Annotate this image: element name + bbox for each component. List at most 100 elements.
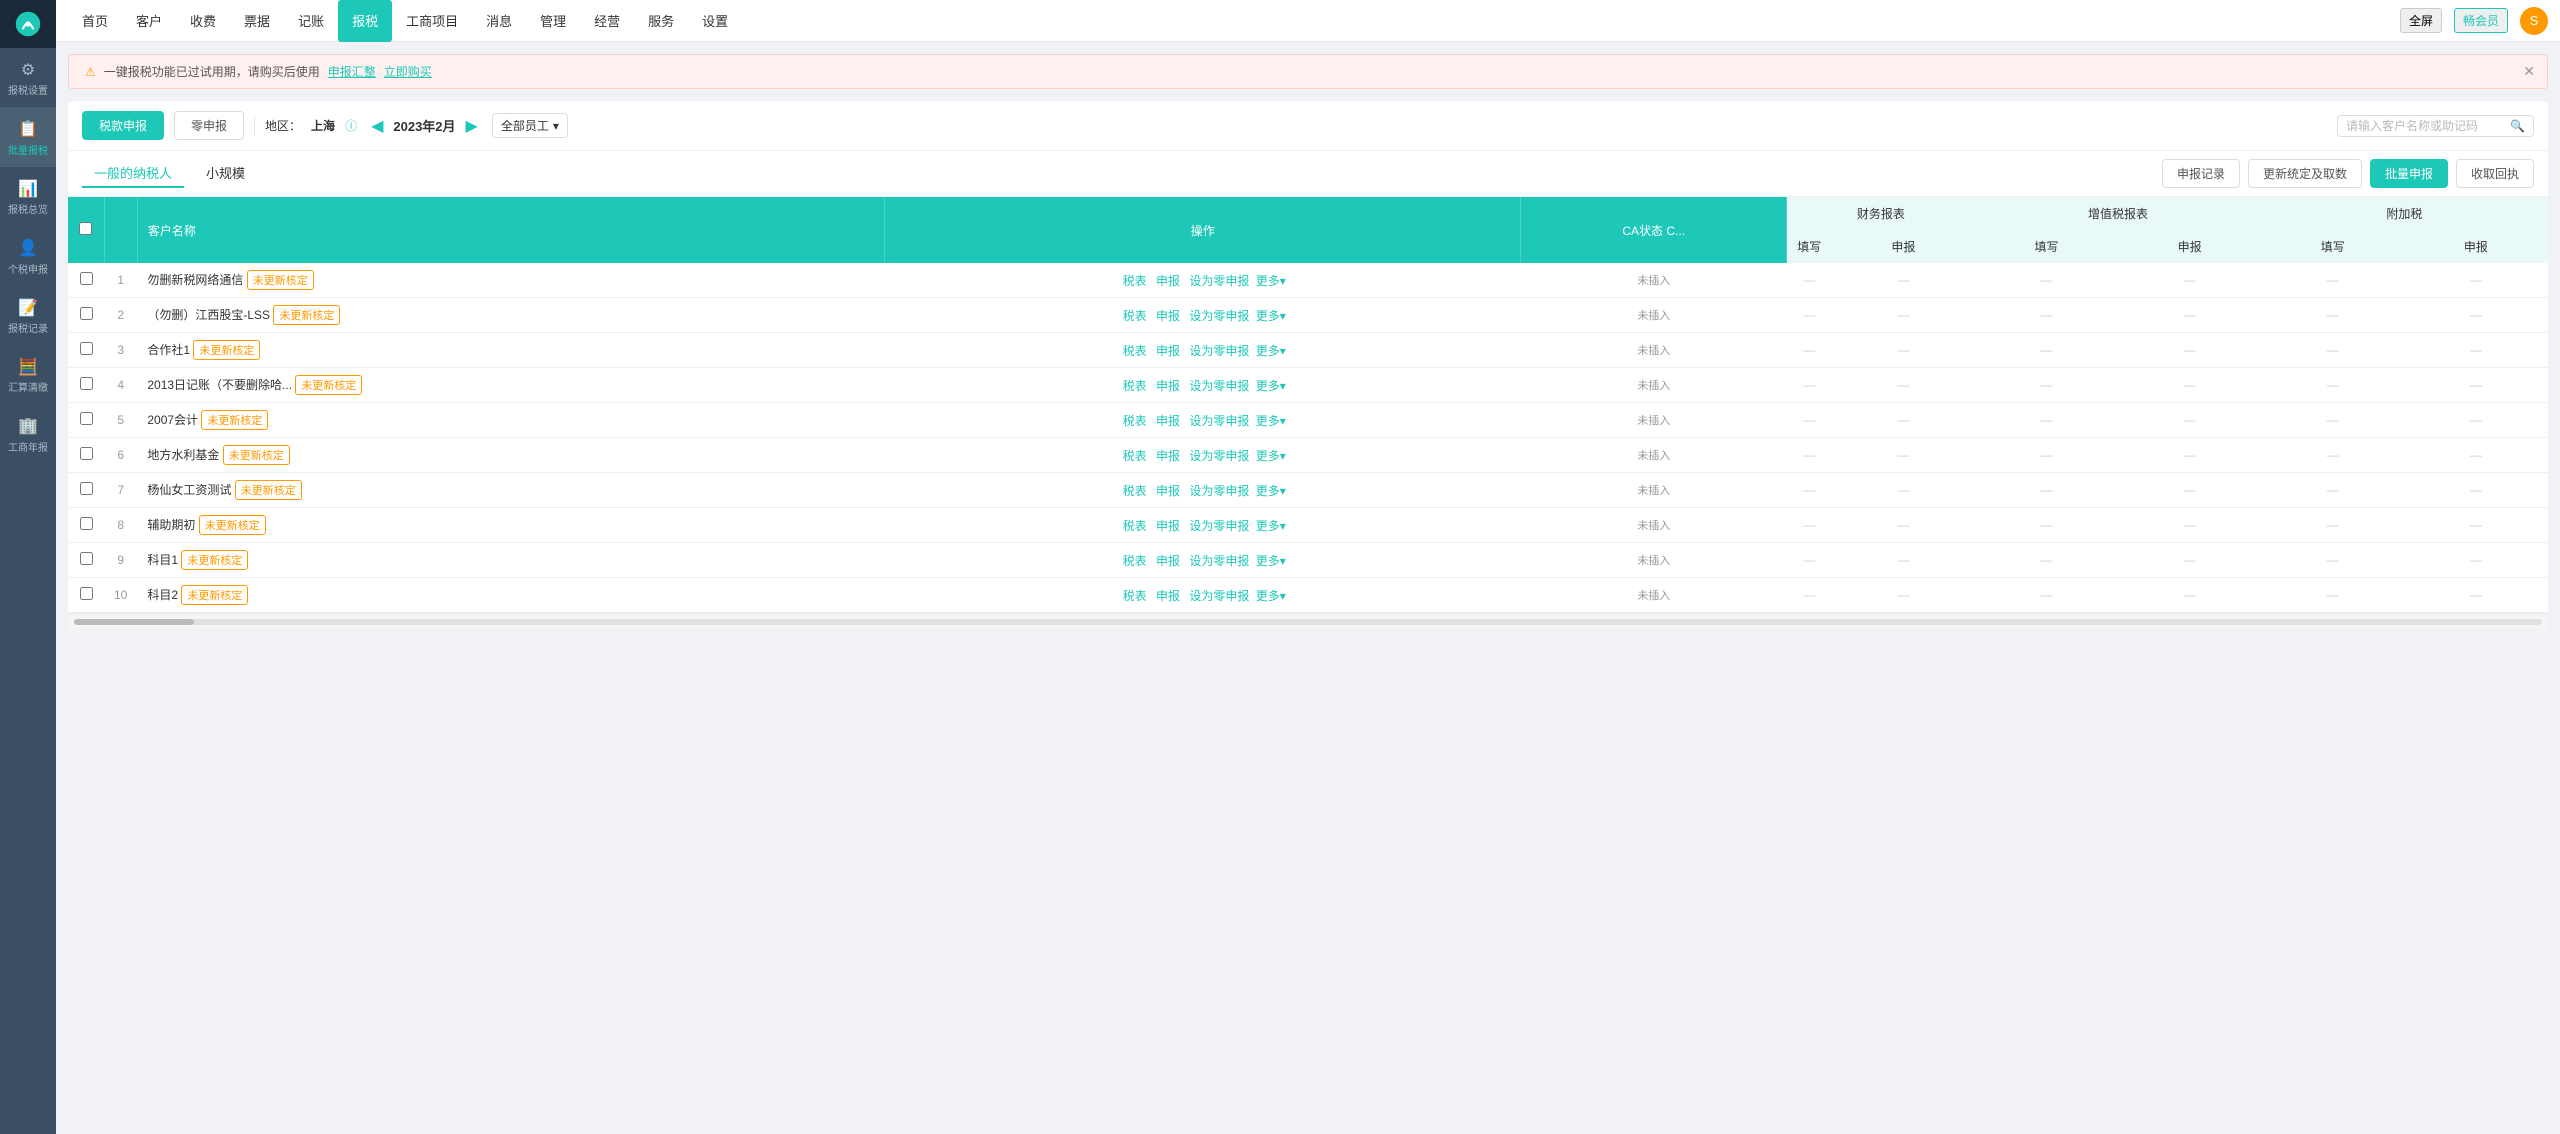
sidebar-item-batch-tax[interactable]: 📋 批量报税 — [0, 107, 56, 166]
op-set-zero[interactable]: 设为零申报 — [1189, 379, 1249, 393]
row-checkbox[interactable] — [80, 342, 93, 355]
op-tax-form[interactable]: 税表 — [1123, 344, 1147, 358]
nav-business[interactable]: 工商项目 — [392, 0, 472, 42]
row-checkbox[interactable] — [80, 517, 93, 530]
op-tax-form[interactable]: 税表 — [1123, 519, 1147, 533]
nav-manage[interactable]: 管理 — [526, 0, 580, 42]
op-set-zero[interactable]: 设为零申报 — [1189, 309, 1249, 323]
row-fill-2: — — [1975, 298, 2118, 333]
op-more[interactable]: 更多▾ — [1256, 589, 1286, 603]
batch-declare-button[interactable]: 批量申报 — [2370, 159, 2448, 188]
op-set-zero[interactable]: 设为零申报 — [1189, 274, 1249, 288]
nav-home[interactable]: 首页 — [68, 0, 122, 42]
op-submit[interactable]: 申报 — [1156, 379, 1180, 393]
date-prev-button[interactable]: ◀ — [367, 116, 387, 136]
row-operations: 税表 申报 设为零申报 更多▾ — [885, 508, 1521, 543]
op-more[interactable]: 更多▾ — [1256, 309, 1286, 323]
info-icon[interactable]: ⓘ — [345, 117, 357, 134]
type-tab-small[interactable]: 小规模 — [194, 159, 257, 188]
op-submit[interactable]: 申报 — [1156, 449, 1180, 463]
op-submit[interactable]: 申报 — [1156, 344, 1180, 358]
scroll-bar[interactable] — [68, 613, 2548, 629]
scroll-track[interactable] — [74, 619, 2542, 625]
op-tax-form[interactable]: 税表 — [1123, 484, 1147, 498]
op-set-zero[interactable]: 设为零申报 — [1189, 554, 1249, 568]
op-tax-form[interactable]: 税表 — [1123, 414, 1147, 428]
op-set-zero[interactable]: 设为零申报 — [1189, 484, 1249, 498]
row-checkbox[interactable] — [80, 447, 93, 460]
op-tax-form[interactable]: 税表 — [1123, 449, 1147, 463]
sidebar-item-settings[interactable]: ⚙ 报税设置 — [0, 48, 56, 107]
nav-client[interactable]: 客户 — [122, 0, 176, 42]
nav-accounting[interactable]: 记账 — [284, 0, 338, 42]
nav-service[interactable]: 服务 — [634, 0, 688, 42]
op-more[interactable]: 更多▾ — [1256, 414, 1286, 428]
nav-message[interactable]: 消息 — [472, 0, 526, 42]
banner-link-buy[interactable]: 立即购买 — [384, 63, 432, 80]
op-tax-form[interactable]: 税表 — [1123, 589, 1147, 603]
row-checkbox[interactable] — [80, 272, 93, 285]
nav-tax[interactable]: 报税 — [338, 0, 392, 42]
row-checkbox[interactable] — [80, 377, 93, 390]
scroll-thumb[interactable] — [74, 619, 194, 625]
sidebar-item-business-annual[interactable]: 🏢 工商年报 — [0, 404, 56, 463]
op-set-zero[interactable]: 设为零申报 — [1189, 414, 1249, 428]
row-checkbox[interactable] — [80, 307, 93, 320]
op-submit[interactable]: 申报 — [1156, 274, 1180, 288]
update-stats-button[interactable]: 更新统定及取数 — [2248, 159, 2362, 188]
op-set-zero[interactable]: 设为零申报 — [1189, 449, 1249, 463]
banner-link-report[interactable]: 申报汇整 — [328, 63, 376, 80]
op-more[interactable]: 更多▾ — [1256, 344, 1286, 358]
fullscreen-button[interactable]: 全屏 — [2400, 8, 2442, 33]
row-checkbox[interactable] — [80, 412, 93, 425]
op-more[interactable]: 更多▾ — [1256, 449, 1286, 463]
op-submit[interactable]: 申报 — [1156, 484, 1180, 498]
op-more[interactable]: 更多▾ — [1256, 554, 1286, 568]
declaration-records-button[interactable]: 申报记录 — [2162, 159, 2240, 188]
upgrade-button[interactable]: 畅会员 — [2454, 8, 2508, 33]
row-submit-1: — — [1832, 263, 1975, 298]
status-badge: 未更新核定 — [295, 375, 362, 395]
row-checkbox[interactable] — [80, 482, 93, 495]
search-icon[interactable]: 🔍 — [2510, 119, 2525, 133]
op-tax-form[interactable]: 税表 — [1123, 379, 1147, 393]
op-set-zero[interactable]: 设为零申报 — [1189, 344, 1249, 358]
op-more[interactable]: 更多▾ — [1256, 379, 1286, 393]
op-tax-form[interactable]: 税表 — [1123, 309, 1147, 323]
op-submit[interactable]: 申报 — [1156, 414, 1180, 428]
row-checkbox-cell — [68, 333, 104, 368]
nav-operation[interactable]: 经营 — [580, 0, 634, 42]
row-fill-3: — — [2261, 263, 2404, 298]
row-checkbox[interactable] — [80, 552, 93, 565]
date-next-button[interactable]: ▶ — [462, 116, 482, 136]
op-set-zero[interactable]: 设为零申报 — [1189, 519, 1249, 533]
banner-close-button[interactable]: ✕ — [2523, 63, 2535, 80]
sidebar-item-overview[interactable]: 📊 报税总览 — [0, 167, 56, 226]
row-checkbox[interactable] — [80, 587, 93, 600]
search-input[interactable] — [2346, 119, 2506, 133]
op-submit[interactable]: 申报 — [1156, 589, 1180, 603]
th-operation: 操作 — [885, 197, 1521, 263]
staff-select[interactable]: 全部员工 ▾ — [492, 113, 568, 138]
op-submit[interactable]: 申报 — [1156, 554, 1180, 568]
op-more[interactable]: 更多▾ — [1256, 274, 1286, 288]
nav-billing[interactable]: 收费 — [176, 0, 230, 42]
op-set-zero[interactable]: 设为零申报 — [1189, 589, 1249, 603]
sidebar-item-tax-records[interactable]: 📝 报税记录 — [0, 286, 56, 345]
row-num: 9 — [104, 543, 137, 578]
sidebar-item-personal-tax[interactable]: 👤 个税申报 — [0, 226, 56, 285]
op-submit[interactable]: 申报 — [1156, 519, 1180, 533]
collect-receipt-button[interactable]: 收取回执 — [2456, 159, 2534, 188]
op-submit[interactable]: 申报 — [1156, 309, 1180, 323]
nav-invoice[interactable]: 票据 — [230, 0, 284, 42]
op-tax-form[interactable]: 税表 — [1123, 554, 1147, 568]
tab-tax-declaration[interactable]: 税款申报 — [82, 111, 164, 140]
op-tax-form[interactable]: 税表 — [1123, 274, 1147, 288]
op-more[interactable]: 更多▾ — [1256, 484, 1286, 498]
op-more[interactable]: 更多▾ — [1256, 519, 1286, 533]
type-tab-general[interactable]: 一般的纳税人 — [82, 159, 184, 188]
select-all-checkbox[interactable] — [79, 222, 92, 235]
sidebar-item-annual-settlement[interactable]: 🧮 汇算清缴 — [0, 345, 56, 404]
nav-settings[interactable]: 设置 — [688, 0, 742, 42]
tab-zero-declaration[interactable]: 零申报 — [174, 111, 244, 140]
